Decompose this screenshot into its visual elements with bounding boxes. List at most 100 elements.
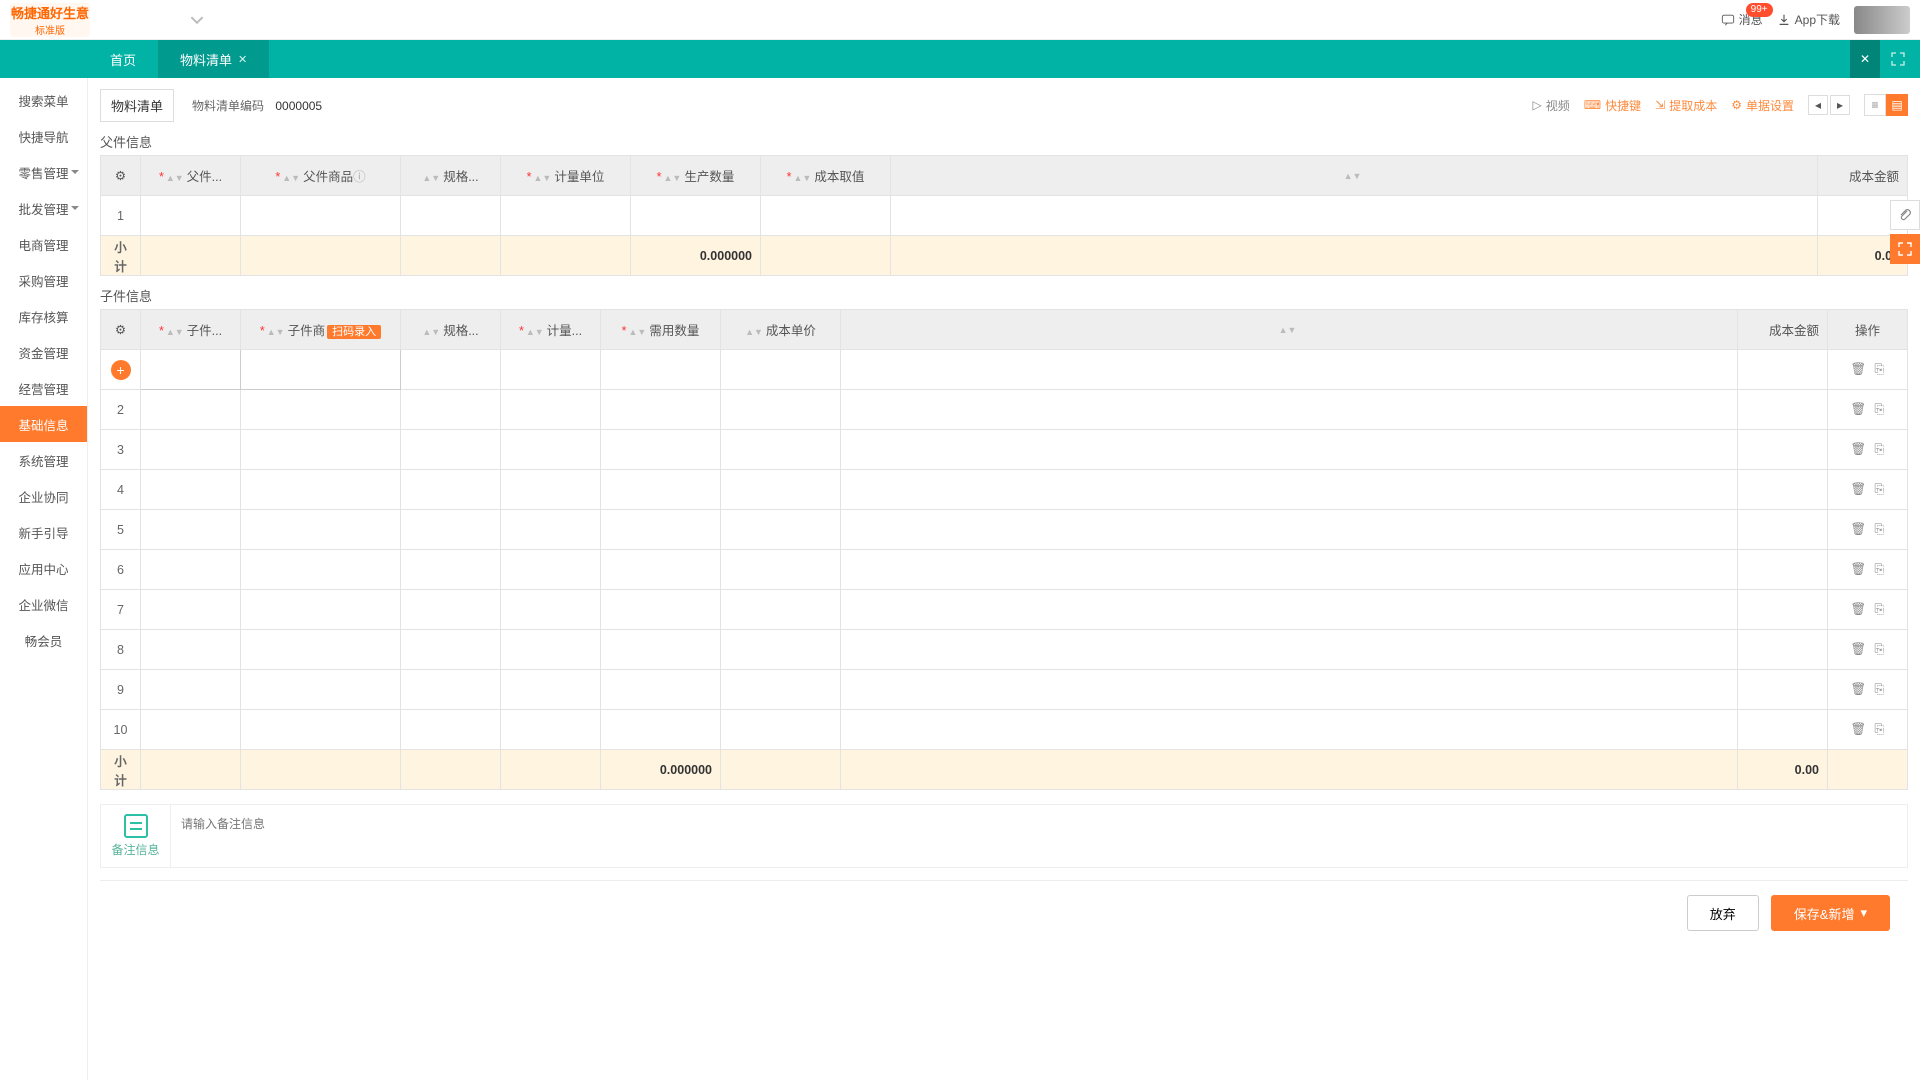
sidebar-item-15[interactable]: 畅会员 bbox=[0, 622, 87, 658]
copy-icon[interactable]: ⎘ bbox=[1874, 402, 1884, 416]
child-code-input[interactable] bbox=[141, 350, 241, 390]
col-child-product[interactable]: ▲▼子件商扫码录入 bbox=[241, 310, 401, 350]
child-row[interactable]: 2🗑⎘ bbox=[101, 390, 1908, 430]
sidebar-item-14[interactable]: 企业微信 bbox=[0, 586, 87, 622]
doc-code-value: 0000005 bbox=[275, 99, 322, 113]
child-row[interactable]: 3🗑⎘ bbox=[101, 430, 1908, 470]
side-action-button[interactable] bbox=[1890, 234, 1920, 264]
sidebar-item-6[interactable]: 库存核算 bbox=[0, 298, 87, 334]
col-child-costprice[interactable]: ▲▼成本单价 bbox=[721, 310, 841, 350]
delete-icon[interactable]: 🗑 bbox=[1851, 682, 1867, 696]
col-child-uom[interactable]: ▲▼计量... bbox=[501, 310, 601, 350]
copy-icon[interactable]: ⎘ bbox=[1874, 722, 1884, 736]
sidebar-item-10[interactable]: 系统管理 bbox=[0, 442, 87, 478]
doc-tab[interactable]: 物料清单 bbox=[100, 89, 174, 122]
delete-icon[interactable]: 🗑 bbox=[1851, 522, 1867, 536]
gear-header[interactable]: ⚙ bbox=[101, 156, 141, 196]
view-form[interactable]: ▤ bbox=[1886, 94, 1908, 116]
add-row-button[interactable]: + bbox=[101, 350, 141, 390]
sidebar-item-5[interactable]: 采购管理 bbox=[0, 262, 87, 298]
expand-icon bbox=[1897, 241, 1913, 257]
child-row[interactable]: 4🗑⎘ bbox=[101, 470, 1908, 510]
col-parent-spec[interactable]: ▲▼规格... bbox=[401, 156, 501, 196]
attach-button[interactable] bbox=[1890, 200, 1920, 230]
col-child-needqty[interactable]: ▲▼需用数量 bbox=[601, 310, 721, 350]
delete-icon[interactable]: 🗑 bbox=[1851, 642, 1867, 656]
child-table: ⚙ ▲▼子件... ▲▼子件商扫码录入 ▲▼规格... ▲▼计量... ▲▼需用… bbox=[100, 309, 1908, 790]
view-list[interactable]: ≡ bbox=[1864, 94, 1886, 116]
child-row[interactable]: 7🗑⎘ bbox=[101, 590, 1908, 630]
scan-tag[interactable]: 扫码录入 bbox=[327, 325, 381, 339]
gear-header[interactable]: ⚙ bbox=[101, 310, 141, 350]
col-parent-qty[interactable]: ▲▼生产数量 bbox=[631, 156, 761, 196]
parent-table: ⚙ ▲▼父件... ▲▼父件商品ⓘ ▲▼规格... ▲▼计量单位 ▲▼生产数量 … bbox=[100, 155, 1908, 276]
copy-icon[interactable]: ⎘ bbox=[1874, 642, 1884, 656]
child-product-input[interactable] bbox=[241, 350, 401, 390]
copy-icon[interactable]: ⎘ bbox=[1874, 562, 1884, 576]
child-row[interactable]: 10🗑⎘ bbox=[101, 710, 1908, 750]
sidebar-item-3[interactable]: 批发管理 bbox=[0, 190, 87, 226]
delete-icon[interactable]: 🗑 bbox=[1851, 602, 1867, 616]
app-download-button[interactable]: App下载 bbox=[1777, 11, 1840, 28]
delete-icon[interactable]: 🗑 bbox=[1851, 482, 1867, 496]
tool-extract-cost[interactable]: ⇲提取成本 bbox=[1655, 97, 1717, 114]
sidebar-item-1[interactable]: 快捷导航 bbox=[0, 118, 87, 154]
row-actions: 🗑⎘ bbox=[1828, 470, 1908, 510]
row-actions: 🗑⎘ bbox=[1828, 590, 1908, 630]
close-all-tabs[interactable]: ✕ bbox=[1850, 40, 1880, 78]
delete-icon[interactable]: 🗑 bbox=[1851, 402, 1867, 416]
copy-icon[interactable]: ⎘ bbox=[1874, 362, 1884, 376]
company-selector[interactable] bbox=[100, 13, 204, 27]
sidebar-item-12[interactable]: 新手引导 bbox=[0, 514, 87, 550]
sidebar-item-8[interactable]: 经营管理 bbox=[0, 370, 87, 406]
delete-icon[interactable]: 🗑 bbox=[1851, 562, 1867, 576]
col-parent-costfetch[interactable]: ▲▼成本取值 bbox=[761, 156, 891, 196]
copy-icon[interactable]: ⎘ bbox=[1874, 602, 1884, 616]
fullscreen-toggle[interactable] bbox=[1884, 40, 1912, 78]
tab-home[interactable]: 首页 bbox=[88, 40, 158, 78]
tool-doc-setting[interactable]: ⚙单据设置 bbox=[1731, 97, 1794, 114]
discard-button[interactable]: 放弃 bbox=[1687, 895, 1759, 931]
tool-video[interactable]: ▷视频 bbox=[1533, 97, 1570, 114]
sidebar-item-11[interactable]: 企业协同 bbox=[0, 478, 87, 514]
child-row[interactable]: + 🗑 ⎘ bbox=[101, 350, 1908, 390]
copy-icon[interactable]: ⎘ bbox=[1874, 482, 1884, 496]
col-child-amount[interactable]: 成本金额 bbox=[1738, 310, 1828, 350]
row-actions: 🗑⎘ bbox=[1828, 550, 1908, 590]
col-parent-uom[interactable]: ▲▼计量单位 bbox=[501, 156, 631, 196]
remark-input[interactable] bbox=[171, 805, 1907, 867]
nav-next[interactable]: ▸ bbox=[1830, 95, 1850, 115]
col-parent-product[interactable]: ▲▼父件商品ⓘ bbox=[241, 156, 401, 196]
child-row[interactable]: 8🗑⎘ bbox=[101, 630, 1908, 670]
save-add-button[interactable]: 保存&新增 ▾ bbox=[1771, 895, 1890, 931]
sidebar-item-4[interactable]: 电商管理 bbox=[0, 226, 87, 262]
sidebar-item-7[interactable]: 资金管理 bbox=[0, 334, 87, 370]
child-row[interactable]: 6🗑⎘ bbox=[101, 550, 1908, 590]
delete-icon[interactable]: 🗑 bbox=[1851, 442, 1867, 456]
col-child-spec[interactable]: ▲▼规格... bbox=[401, 310, 501, 350]
sidebar-item-0[interactable]: 搜索菜单 bbox=[0, 82, 87, 118]
tool-shortcut[interactable]: ⌨快捷键 bbox=[1584, 97, 1641, 114]
child-row[interactable]: 9🗑⎘ bbox=[101, 670, 1908, 710]
avatar[interactable] bbox=[1854, 6, 1910, 34]
copy-icon[interactable]: ⎘ bbox=[1874, 522, 1884, 536]
copy-icon[interactable]: ⎘ bbox=[1874, 682, 1884, 696]
parent-subtotal: 小计 0.000000 0.00 bbox=[101, 236, 1908, 276]
tab-close-icon[interactable]: ✕ bbox=[238, 53, 247, 66]
copy-icon[interactable]: ⎘ bbox=[1874, 442, 1884, 456]
tab-bom[interactable]: 物料清单 ✕ bbox=[158, 40, 269, 78]
sidebar-item-13[interactable]: 应用中心 bbox=[0, 550, 87, 586]
col-parent-amount[interactable]: 成本金额 bbox=[1818, 156, 1908, 196]
delete-icon[interactable]: 🗑 bbox=[1851, 362, 1867, 376]
child-row[interactable]: 5🗑⎘ bbox=[101, 510, 1908, 550]
sidebar-item-9[interactable]: 基础信息 bbox=[0, 406, 87, 442]
expand-icon bbox=[1891, 52, 1905, 66]
delete-icon[interactable]: 🗑 bbox=[1851, 722, 1867, 736]
sidebar-item-2[interactable]: 零售管理 bbox=[0, 154, 87, 190]
col-child-code[interactable]: ▲▼子件... bbox=[141, 310, 241, 350]
parent-row[interactable]: 1 bbox=[101, 196, 1908, 236]
gear-icon: ⚙ bbox=[1731, 98, 1742, 112]
nav-prev[interactable]: ◂ bbox=[1808, 95, 1828, 115]
col-parent-code[interactable]: ▲▼父件... bbox=[141, 156, 241, 196]
messages-button[interactable]: 消息 99+ bbox=[1721, 11, 1763, 28]
